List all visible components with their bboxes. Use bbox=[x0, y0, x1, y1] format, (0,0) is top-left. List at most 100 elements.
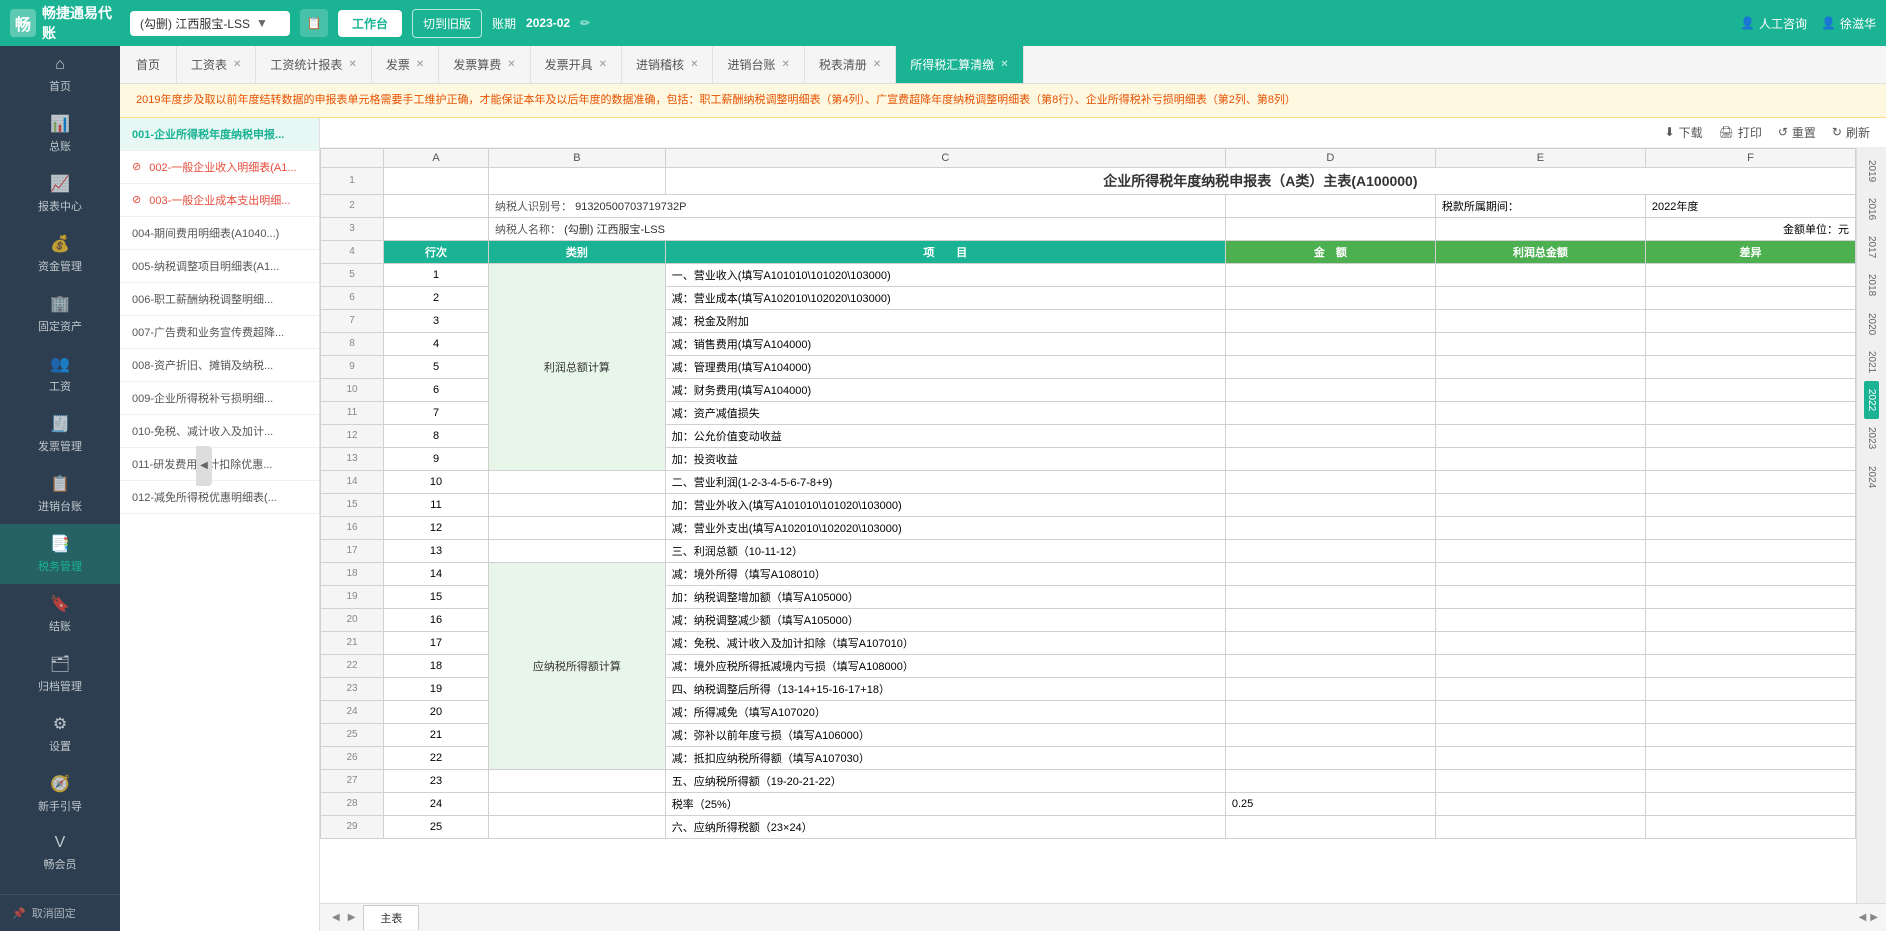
cell-diff[interactable] bbox=[1645, 769, 1855, 792]
cell-diff[interactable] bbox=[1645, 447, 1855, 470]
cell-profit[interactable] bbox=[1435, 700, 1645, 723]
tab-close-icon[interactable]: ✕ bbox=[781, 59, 789, 70]
year-item-2020[interactable]: 2020 bbox=[1864, 305, 1879, 343]
sidebar-item-payroll[interactable]: 👥 工资 bbox=[0, 344, 120, 404]
cell-line[interactable]: 17 bbox=[384, 631, 489, 654]
left-panel-item-005[interactable]: 005-纳税调整项目明细表(A1... bbox=[120, 250, 319, 283]
cell-diff[interactable] bbox=[1645, 608, 1855, 631]
cell-line[interactable]: 22 bbox=[384, 746, 489, 769]
tab-close-icon[interactable]: ✕ bbox=[873, 59, 881, 70]
scroll-left-icon[interactable]: ◀ bbox=[1859, 912, 1867, 923]
sidebar-item-archive[interactable]: 🗂 归档管理 bbox=[0, 644, 120, 704]
left-panel-item-010[interactable]: 010-免税、减计收入及加计... bbox=[120, 415, 319, 448]
tab-invoice[interactable]: 发票 ✕ bbox=[372, 46, 439, 83]
pin-toggle-button[interactable]: 📌 取消固定 bbox=[0, 895, 120, 931]
cell-line[interactable]: 18 bbox=[384, 654, 489, 677]
sidebar-item-settings[interactable]: ⚙ 设置 bbox=[0, 704, 120, 764]
cell-amount[interactable] bbox=[1225, 539, 1435, 562]
cell[interactable] bbox=[1435, 217, 1645, 240]
cell-diff[interactable] bbox=[1645, 424, 1855, 447]
sidebar-item-home[interactable]: ⌂ 首页 bbox=[0, 46, 120, 104]
left-panel-item-006[interactable]: 006-职工薪酬纳税调整明细... bbox=[120, 283, 319, 316]
cell-amount[interactable] bbox=[1225, 723, 1435, 746]
cell-amount[interactable] bbox=[1225, 470, 1435, 493]
cell-amount[interactable] bbox=[1225, 631, 1435, 654]
year-item-2023[interactable]: 2023 bbox=[1864, 419, 1879, 457]
human-consult-button[interactable]: 👤 人工咨询 bbox=[1740, 15, 1807, 32]
cell[interactable] bbox=[384, 194, 489, 217]
cell-profit[interactable] bbox=[1435, 631, 1645, 654]
cell-line[interactable]: 14 bbox=[384, 562, 489, 585]
cell-item[interactable]: 六、应纳所得税额（23×24） bbox=[665, 815, 1225, 838]
tab-close-icon[interactable]: ✕ bbox=[233, 59, 241, 70]
cell-item[interactable]: 加：营业外收入(填写A101010\101020\103000) bbox=[665, 493, 1225, 516]
user-profile-button[interactable]: 👤 徐滋华 bbox=[1821, 15, 1876, 32]
switch-version-button[interactable]: 切到旧版 bbox=[412, 9, 482, 38]
sheet-tab-main[interactable]: 主表 bbox=[363, 905, 419, 930]
workspace-button[interactable]: 工作台 bbox=[338, 10, 402, 37]
cell-line[interactable]: 21 bbox=[384, 723, 489, 746]
tab-close-icon[interactable]: ✕ bbox=[1000, 59, 1008, 70]
cell-profit[interactable] bbox=[1435, 309, 1645, 332]
cell-item[interactable]: 减：资产减值损失 bbox=[665, 401, 1225, 424]
cell-amount[interactable] bbox=[1225, 401, 1435, 424]
cell-line[interactable]: 20 bbox=[384, 700, 489, 723]
year-item-2017[interactable]: 2017 bbox=[1864, 228, 1879, 266]
left-panel-item-009[interactable]: 009-企业所得税补亏损明细... bbox=[120, 382, 319, 415]
cell-line[interactable]: 24 bbox=[384, 792, 489, 815]
tab-invoice-open[interactable]: 发票开具 ✕ bbox=[531, 46, 622, 83]
cell-diff[interactable] bbox=[1645, 815, 1855, 838]
cell-diff[interactable] bbox=[1645, 470, 1855, 493]
cell-item[interactable]: 减：营业成本(填写A102010\102020\103000) bbox=[665, 286, 1225, 309]
tab-close-icon[interactable]: ✕ bbox=[416, 59, 424, 70]
tab-home[interactable]: 首页 bbox=[120, 46, 177, 83]
cell-item[interactable]: 减：所得减免（填写A107020） bbox=[665, 700, 1225, 723]
cell-amount[interactable] bbox=[1225, 309, 1435, 332]
sidebar-item-reports[interactable]: 📈 报表中心 bbox=[0, 164, 120, 224]
year-item-2021[interactable]: 2021 bbox=[1864, 343, 1879, 381]
cell-item[interactable]: 减：税金及附加 bbox=[665, 309, 1225, 332]
download-button[interactable]: ⬇ 下载 bbox=[1665, 124, 1703, 141]
cell[interactable] bbox=[384, 217, 489, 240]
cell-profit[interactable] bbox=[1435, 263, 1645, 286]
cell-line[interactable]: 2 bbox=[384, 286, 489, 309]
copy-button[interactable]: 📋 bbox=[300, 9, 328, 37]
cell-diff[interactable] bbox=[1645, 792, 1855, 815]
tab-payroll[interactable]: 工资表 ✕ bbox=[177, 46, 256, 83]
left-panel-item-012[interactable]: 012-减免所得税优惠明细表(... bbox=[120, 481, 319, 514]
cell-amount[interactable] bbox=[1225, 654, 1435, 677]
cell-diff[interactable] bbox=[1645, 700, 1855, 723]
sidebar-item-guide[interactable]: 🧭 新手引导 bbox=[0, 764, 120, 824]
sidebar-item-assets[interactable]: 🏢 固定资产 bbox=[0, 284, 120, 344]
cell-line[interactable]: 16 bbox=[384, 608, 489, 631]
cell[interactable] bbox=[1225, 217, 1435, 240]
cell-line[interactable]: 19 bbox=[384, 677, 489, 700]
cell-line[interactable]: 15 bbox=[384, 585, 489, 608]
cell-line[interactable]: 1 bbox=[384, 263, 489, 286]
cell-item[interactable]: 二、营业利润(1-2-3-4-5-6-7-8+9) bbox=[665, 470, 1225, 493]
year-item-2024[interactable]: 2024 bbox=[1864, 458, 1879, 496]
cell-item[interactable]: 五、应纳税所得额（19-20-21-22） bbox=[665, 769, 1225, 792]
cell-diff[interactable] bbox=[1645, 654, 1855, 677]
spreadsheet-wrapper[interactable]: A B C D E F bbox=[320, 148, 1856, 904]
cell-profit[interactable] bbox=[1435, 332, 1645, 355]
cell-amount[interactable] bbox=[1225, 562, 1435, 585]
cell-amount[interactable] bbox=[1225, 700, 1435, 723]
reset-button[interactable]: ↺ 重置 bbox=[1778, 124, 1816, 141]
cell-profit[interactable] bbox=[1435, 769, 1645, 792]
cell-amount[interactable] bbox=[1225, 286, 1435, 309]
cell-line[interactable]: 25 bbox=[384, 815, 489, 838]
cell-item[interactable]: 四、纳税调整后所得（13-14+15-16-17+18） bbox=[665, 677, 1225, 700]
cell-profit[interactable] bbox=[1435, 355, 1645, 378]
cell-amount[interactable] bbox=[1225, 424, 1435, 447]
year-item-2016[interactable]: 2016 bbox=[1864, 190, 1879, 228]
cell-line[interactable]: 9 bbox=[384, 447, 489, 470]
cell-item[interactable]: 减：免税、减计收入及加计扣除（填写A107010） bbox=[665, 631, 1225, 654]
sidebar-item-member[interactable]: V 畅会员 bbox=[0, 824, 120, 882]
tab-close-icon[interactable]: ✕ bbox=[599, 59, 607, 70]
cell-line[interactable]: 6 bbox=[384, 378, 489, 401]
cell-item[interactable]: 减：财务费用(填写A104000) bbox=[665, 378, 1225, 401]
left-panel-item-001[interactable]: 001-企业所得税年度纳税申报... bbox=[120, 118, 319, 151]
cell-item[interactable]: 减：境外应税所得抵减境内亏损（填写A108000） bbox=[665, 654, 1225, 677]
cell-profit[interactable] bbox=[1435, 608, 1645, 631]
